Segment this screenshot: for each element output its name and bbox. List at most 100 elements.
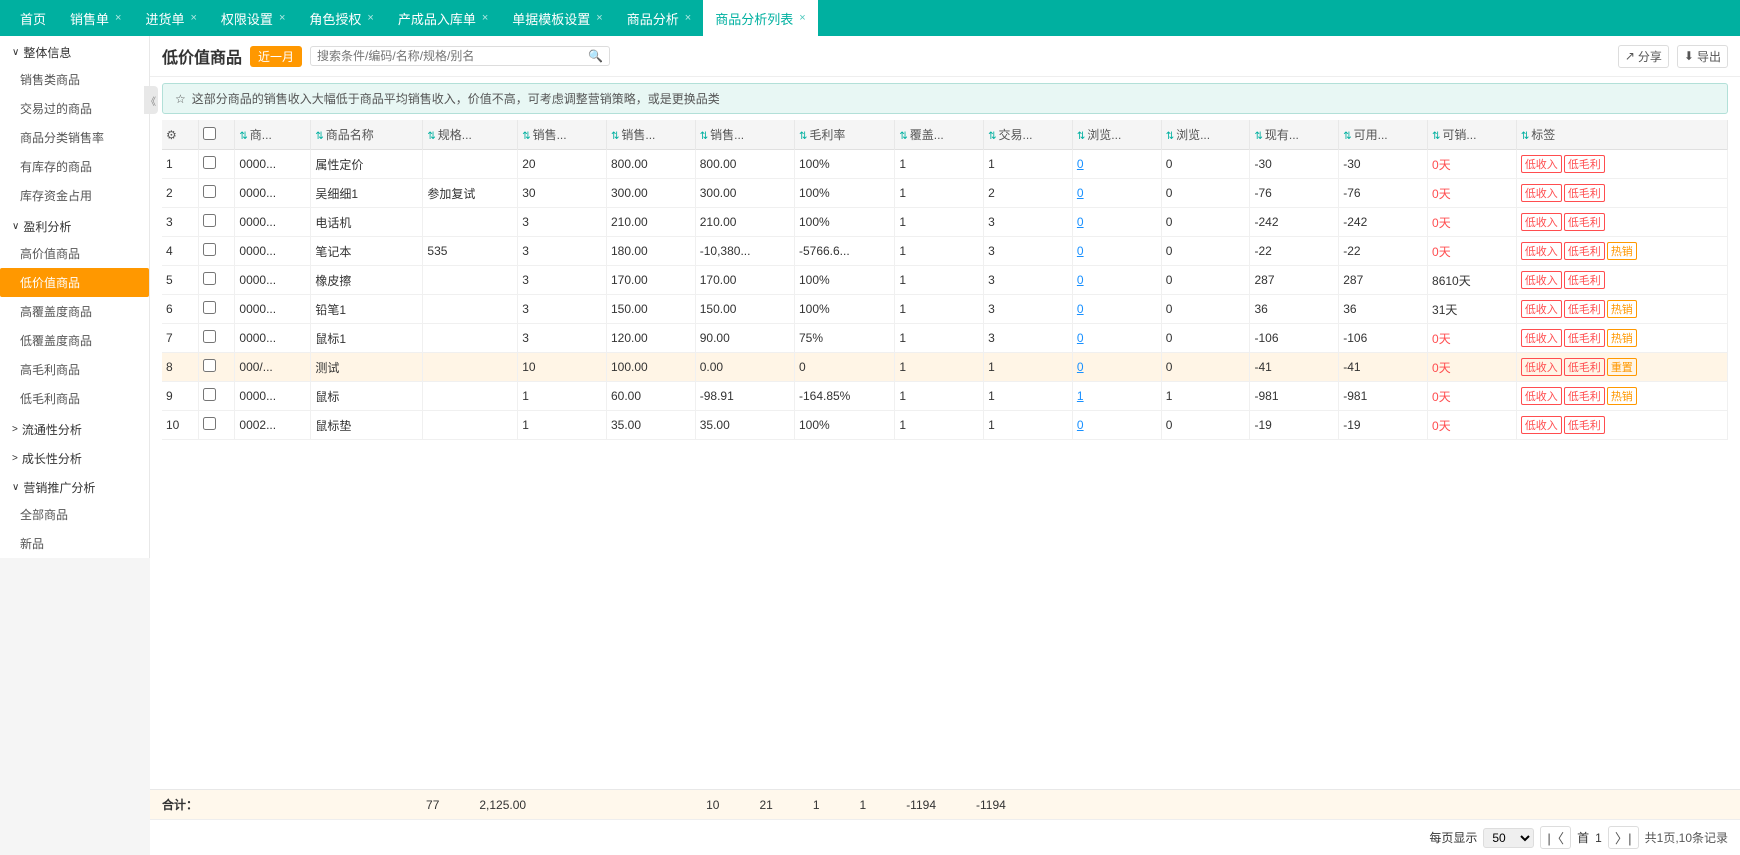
sidebar-collapse-btn[interactable]: 《: [144, 86, 158, 114]
sidebar-item-库存资金占用[interactable]: 库存资金占用: [0, 181, 149, 210]
row-checkbox[interactable]: [203, 301, 216, 314]
col-margin[interactable]: ⇅毛利率: [794, 120, 894, 150]
cell-checkbox[interactable]: [198, 150, 235, 179]
row-checkbox[interactable]: [203, 388, 216, 401]
row-checkbox[interactable]: [203, 359, 216, 372]
col-browse2[interactable]: ⇅浏览...: [1161, 120, 1250, 150]
sidebar-group-成长性分析[interactable]: > 成长性分析: [0, 442, 149, 471]
nav-close-icon[interactable]: ×: [799, 12, 805, 24]
sidebar-item-低覆盖度商品[interactable]: 低覆盖度商品: [0, 326, 149, 355]
share-btn[interactable]: ↗ 分享: [1618, 45, 1669, 68]
nav-item-权限设置[interactable]: 权限设置×: [209, 0, 297, 36]
row-checkbox[interactable]: [203, 330, 216, 343]
cell-trans: 3: [984, 208, 1073, 237]
browse-link[interactable]: 0: [1077, 302, 1084, 316]
browse-link[interactable]: 0: [1077, 215, 1084, 229]
cell-checkbox[interactable]: [198, 411, 235, 440]
nav-close-icon[interactable]: ×: [279, 12, 285, 24]
tag-低收入: 低收入: [1521, 329, 1562, 347]
cell-checkbox[interactable]: [198, 208, 235, 237]
browse-link[interactable]: 1: [1077, 389, 1084, 403]
browse-link[interactable]: 0: [1077, 157, 1084, 171]
nav-item-角色授权[interactable]: 角色授权×: [297, 0, 385, 36]
sidebar-group-营销推广分析[interactable]: ∨ 营销推广分析: [0, 471, 149, 500]
filter-period-btn[interactable]: 近一月: [250, 46, 302, 67]
sidebar-item-全部商品[interactable]: 全部商品: [0, 500, 149, 529]
nav-item-销售单[interactable]: 销售单×: [58, 0, 133, 36]
nav-close-icon[interactable]: ×: [190, 12, 196, 24]
main-layout: ∨ 整体信息销售类商品交易过的商品商品分类销售率有库存的商品库存资金占用∨ 盈利…: [0, 36, 1740, 855]
sidebar-item-低价值商品[interactable]: 低价值商品: [0, 268, 149, 297]
first-page-btn[interactable]: |〈: [1540, 826, 1571, 849]
col-code[interactable]: ⇅商...: [235, 120, 311, 150]
col-transaction[interactable]: ⇅交易...: [984, 120, 1073, 150]
tag-低毛利: 低毛利: [1564, 416, 1605, 434]
col-coverage[interactable]: ⇅覆盖...: [895, 120, 984, 150]
next-page-btn[interactable]: 〉|: [1608, 826, 1639, 849]
sidebar-item-高毛利商品[interactable]: 高毛利商品: [0, 355, 149, 384]
col-available[interactable]: ⇅可用...: [1339, 120, 1428, 150]
search-input[interactable]: [317, 49, 584, 63]
browse-link[interactable]: 0: [1077, 186, 1084, 200]
cell-checkbox[interactable]: [198, 179, 235, 208]
nav-item-产成品入库单[interactable]: 产成品入库单×: [386, 0, 500, 36]
row-checkbox[interactable]: [203, 272, 216, 285]
col-current[interactable]: ⇅现有...: [1250, 120, 1339, 150]
nav-close-icon[interactable]: ×: [115, 12, 121, 24]
cell-checkbox[interactable]: [198, 266, 235, 295]
browse-link[interactable]: 0: [1077, 244, 1084, 258]
search-icon[interactable]: 🔍: [588, 49, 603, 63]
sidebar-item-高覆盖度商品[interactable]: 高覆盖度商品: [0, 297, 149, 326]
cell-checkbox[interactable]: [198, 324, 235, 353]
browse-link[interactable]: 0: [1077, 273, 1084, 287]
nav-close-icon[interactable]: ×: [596, 12, 602, 24]
days-value: 0天: [1432, 419, 1451, 433]
sidebar-item-有库存的商品[interactable]: 有库存的商品: [0, 152, 149, 181]
col-sales3[interactable]: ⇅销售...: [695, 120, 794, 150]
sidebar-item-新品[interactable]: 新品: [0, 529, 149, 558]
sidebar-item-销售类商品[interactable]: 销售类商品: [0, 65, 149, 94]
col-checkbox[interactable]: [198, 120, 235, 150]
nav-close-icon[interactable]: ×: [685, 12, 691, 24]
cell-checkbox[interactable]: [198, 237, 235, 266]
nav-close-icon[interactable]: ×: [367, 12, 373, 24]
nav-close-icon[interactable]: ×: [482, 12, 488, 24]
sidebar-item-交易过的商品[interactable]: 交易过的商品: [0, 94, 149, 123]
col-name[interactable]: ⇅商品名称: [311, 120, 423, 150]
tag-低毛利: 低毛利: [1564, 271, 1605, 289]
row-checkbox[interactable]: [203, 156, 216, 169]
sidebar-item-高价值商品[interactable]: 高价值商品: [0, 239, 149, 268]
col-settings[interactable]: ⚙: [162, 120, 198, 150]
sidebar-item-商品分类销售率[interactable]: 商品分类销售率: [0, 123, 149, 152]
sidebar-group-流通性分析[interactable]: > 流通性分析: [0, 413, 149, 442]
browse-link[interactable]: 0: [1077, 360, 1084, 374]
nav-item-进货单[interactable]: 进货单×: [133, 0, 208, 36]
cell-checkbox[interactable]: [198, 382, 235, 411]
per-page-select[interactable]: 50 100: [1483, 828, 1534, 848]
nav-item-商品分析[interactable]: 商品分析×: [615, 0, 703, 36]
sidebar-group-整体信息[interactable]: ∨ 整体信息: [0, 36, 149, 65]
col-tags[interactable]: ⇅标签: [1516, 120, 1727, 150]
select-all-checkbox[interactable]: [203, 127, 216, 140]
cell-s3: -98.91: [695, 382, 794, 411]
col-browse1[interactable]: ⇅浏览...: [1072, 120, 1161, 150]
col-sellable[interactable]: ⇅可销...: [1428, 120, 1517, 150]
col-sales2[interactable]: ⇅销售...: [606, 120, 695, 150]
cell-checkbox[interactable]: [198, 353, 235, 382]
sidebar-item-低毛利商品[interactable]: 低毛利商品: [0, 384, 149, 413]
col-spec[interactable]: ⇅规格...: [423, 120, 518, 150]
cell-checkbox[interactable]: [198, 295, 235, 324]
nav-item-首页[interactable]: 首页: [8, 0, 58, 36]
row-checkbox[interactable]: [203, 417, 216, 430]
nav-item-商品分析列表[interactable]: 商品分析列表×: [703, 0, 817, 36]
row-checkbox[interactable]: [203, 243, 216, 256]
export-btn[interactable]: ⬇ 导出: [1677, 45, 1728, 68]
nav-item-单据模板设置[interactable]: 单据模板设置×: [500, 0, 614, 36]
sidebar: ∨ 整体信息销售类商品交易过的商品商品分类销售率有库存的商品库存资金占用∨ 盈利…: [0, 36, 150, 558]
sidebar-group-盈利分析[interactable]: ∨ 盈利分析: [0, 210, 149, 239]
row-checkbox[interactable]: [203, 185, 216, 198]
browse-link[interactable]: 0: [1077, 418, 1084, 432]
browse-link[interactable]: 0: [1077, 331, 1084, 345]
row-checkbox[interactable]: [203, 214, 216, 227]
col-sales1[interactable]: ⇅销售...: [518, 120, 607, 150]
